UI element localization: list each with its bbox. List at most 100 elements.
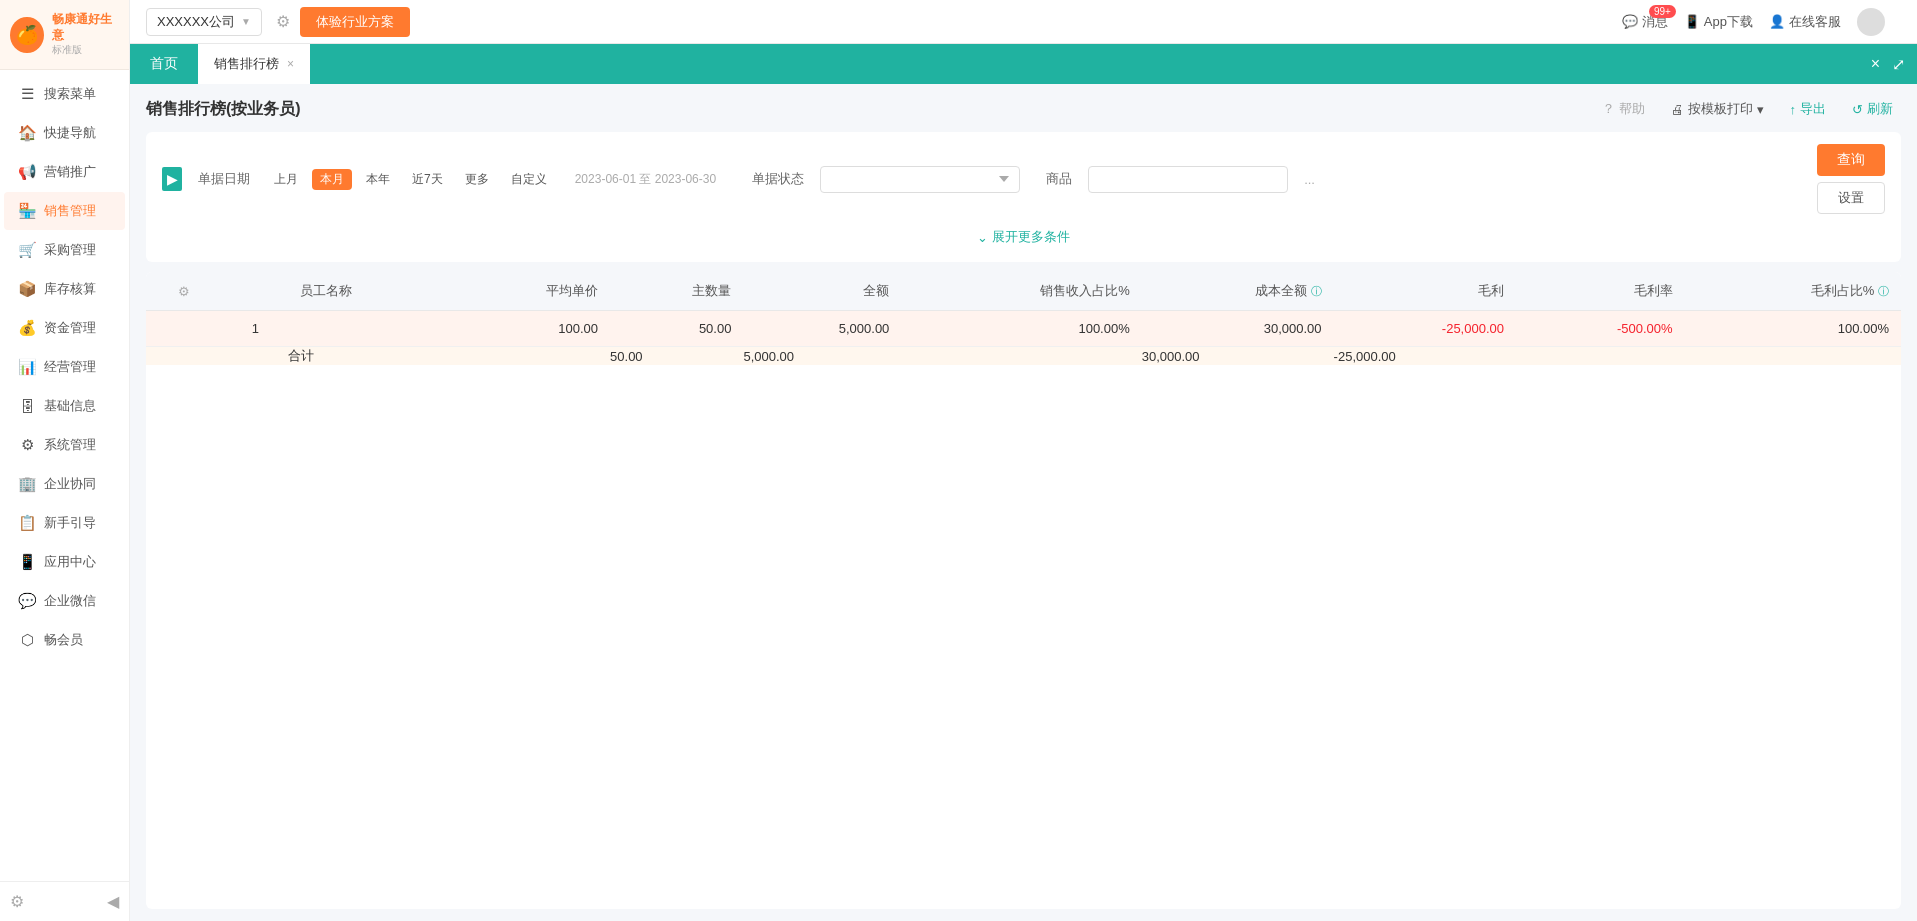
sidebar-label-system: 系统管理 [44,436,96,454]
col-settings[interactable]: ⚙ [146,272,222,311]
tab-label: 销售排行榜 [214,55,279,73]
data-table: ⚙ 员工名称 平均单价 主数量 全额 销售收入占比% 成本全额 ⓘ 毛利 毛利率… [146,272,1901,365]
tab-sales-ranking[interactable]: 销售排行榜 × [198,44,310,84]
date-opt-this-year[interactable]: 本年 [358,169,398,190]
sidebar-icon-search: ☰ [18,85,36,103]
avatar[interactable] [1857,8,1885,36]
refresh-button[interactable]: ↺ 刷新 [1844,96,1901,122]
filter-row-1: ▶ 单据日期 上月 本月 本年 近7天 更多 自定义 2023-06-01 至 … [162,144,1885,214]
window-restore-icon[interactable]: ⤢ [1892,55,1905,74]
sidebar-item-operation[interactable]: 📊经营管理 [4,348,125,386]
total-empty-1 [146,347,222,366]
sidebar-item-marketing[interactable]: 📢营销推广 [4,153,125,191]
logo-icon: 🍊 [10,17,44,53]
export-icon: ↑ [1790,102,1797,117]
app-download-button[interactable]: 📱 App下载 [1684,13,1753,31]
tab-close-icon[interactable]: × [287,57,294,71]
sidebar-item-purchase[interactable]: 🛒 采购管理 [4,231,125,269]
col-cost: 成本全额 ⓘ [1142,272,1334,311]
goods-input[interactable] [1088,166,1288,193]
trial-button[interactable]: 体验行业方案 [300,7,410,37]
date-range: 2023-06-01 至 2023-06-30 [575,171,716,188]
message-button[interactable]: 💬 消息 99+ [1622,13,1668,31]
row-profit: -25,000.00 [1334,311,1516,347]
sidebar-label-purchase: 采购管理 [44,241,96,259]
sidebar-label-wechat: 企业微信 [44,592,96,610]
date-opt-this-month[interactable]: 本月 [312,169,352,190]
service-label: 在线客服 [1789,13,1841,31]
row-avg-price: 100.00 [449,311,610,347]
col-profit: 毛利 [1334,272,1516,311]
tabbar: 首页 销售排行榜 × × ⤢ [130,44,1917,84]
sidebar-item-search[interactable]: ☰ 搜索菜单 [4,75,125,113]
row-sales-pct: 100.00% [901,311,1141,347]
topbar-gear-icon[interactable]: ⚙ [276,12,290,31]
sidebar-item-member[interactable]: ⬡畅会员 [4,621,125,659]
collapse-button[interactable]: ▶ [162,167,182,191]
sidebar-icon-inventory: 📦 [18,280,36,298]
settings-icon[interactable]: ⚙ [10,892,24,911]
company-select[interactable]: XXXXXX公司 ▼ [146,8,262,36]
sidebar-item-basic[interactable]: 🗄 基础信息 [4,387,125,425]
table-footer: 合计 50.00 5,000.00 30,000.00 -25,000.00 [146,347,1901,366]
logo: 🍊 畅康通好生意 标准版 [0,0,129,70]
row-rank: 1 [222,311,288,347]
goods-label: 商品 [1046,170,1072,188]
date-options: 上月 本月 本年 近7天 更多 自定义 [266,169,555,190]
help-label: 帮助 [1619,100,1645,118]
tab-home[interactable]: 首页 [130,44,198,84]
query-button[interactable]: 查询 [1817,144,1885,176]
sidebar-icon-marketing: 📢 [18,163,36,181]
sidebar-item-system[interactable]: ⚙系统管理 [4,426,125,464]
sidebar-item-wechat[interactable]: 💬企业微信 [4,582,125,620]
logo-title: 畅康通好生意 [52,12,119,43]
row-employee [288,311,449,347]
help-button[interactable]: ？ 帮助 [1594,96,1653,122]
sidebar-item-finance[interactable]: 💰资金管理 [4,309,125,347]
total-label: 合计 [288,347,449,366]
sidebar-icon-basic: 🗄 [18,398,36,415]
expand-more-button[interactable]: ⌄ 展开更多条件 [162,224,1885,250]
sidebar-item-shortcut[interactable]: 🏠快捷导航 [4,114,125,152]
col-profit-pct: 毛利占比% ⓘ [1685,272,1901,311]
total-amount: 5,000.00 [743,347,901,366]
refresh-label: 刷新 [1867,100,1893,118]
sidebar-item-apps[interactable]: 📱应用中心 [4,543,125,581]
sidebar-icon-purchase: 🛒 [18,241,36,259]
sidebar-item-enterprise[interactable]: 🏢企业协同 [4,465,125,503]
print-button[interactable]: 🖨 按模板打印 ▾ [1663,96,1772,122]
app-icon: 📱 [1684,14,1700,29]
tabbar-right: × ⤢ [1871,55,1917,74]
topbar: XXXXXX公司 ▼ ⚙ 体验行业方案 💬 消息 99+ 📱 App下载 👤 在… [130,0,1917,44]
date-opt-last-month[interactable]: 上月 [266,169,306,190]
sidebar-label-search: 搜索菜单 [44,85,96,103]
sidebar-label-basic: 基础信息 [44,397,96,415]
date-opt-7days[interactable]: 近7天 [404,169,451,190]
col-qty: 主数量 [610,272,743,311]
sidebar-item-sales[interactable]: 🏪销售管理 [4,192,125,230]
table-header: ⚙ 员工名称 平均单价 主数量 全额 销售收入占比% 成本全额 ⓘ 毛利 毛利率… [146,272,1901,311]
sidebar-label-operation: 经营管理 [44,358,96,376]
window-close-icon[interactable]: × [1871,55,1880,73]
status-select[interactable] [820,166,1020,193]
service-icon: 👤 [1769,14,1785,29]
total-avg-price [449,347,610,366]
date-opt-custom[interactable]: 自定义 [503,169,555,190]
sidebar-item-guide[interactable]: 📋新手引导 [4,504,125,542]
more-filters-icon[interactable]: ... [1304,172,1315,187]
col-sales-pct: 销售收入占比% [901,272,1141,311]
collapse-icon[interactable]: ◀ [107,892,119,911]
total-qty: 50.00 [610,347,743,366]
date-opt-more[interactable]: 更多 [457,169,497,190]
filter-area: ▶ 单据日期 上月 本月 本年 近7天 更多 自定义 2023-06-01 至 … [146,132,1901,262]
sidebar-item-inventory[interactable]: 📦库存核算 [4,270,125,308]
sidebar: 🍊 畅康通好生意 标准版 ☰ 搜索菜单 🏠快捷导航📢营销推广🏪销售管理 🛒 采购管理 📦库… [0,0,130,921]
expand-label: 展开更多条件 [992,228,1070,246]
export-button[interactable]: ↑ 导出 [1782,96,1835,122]
col-avg-price: 平均单价 [449,272,610,311]
expand-icon: ⌄ [977,230,988,245]
company-name: XXXXXX公司 [157,13,235,31]
online-service-button[interactable]: 👤 在线客服 [1769,13,1841,31]
row-cost: 30,000.00 [1142,311,1334,347]
settings-button[interactable]: 设置 [1817,182,1885,214]
